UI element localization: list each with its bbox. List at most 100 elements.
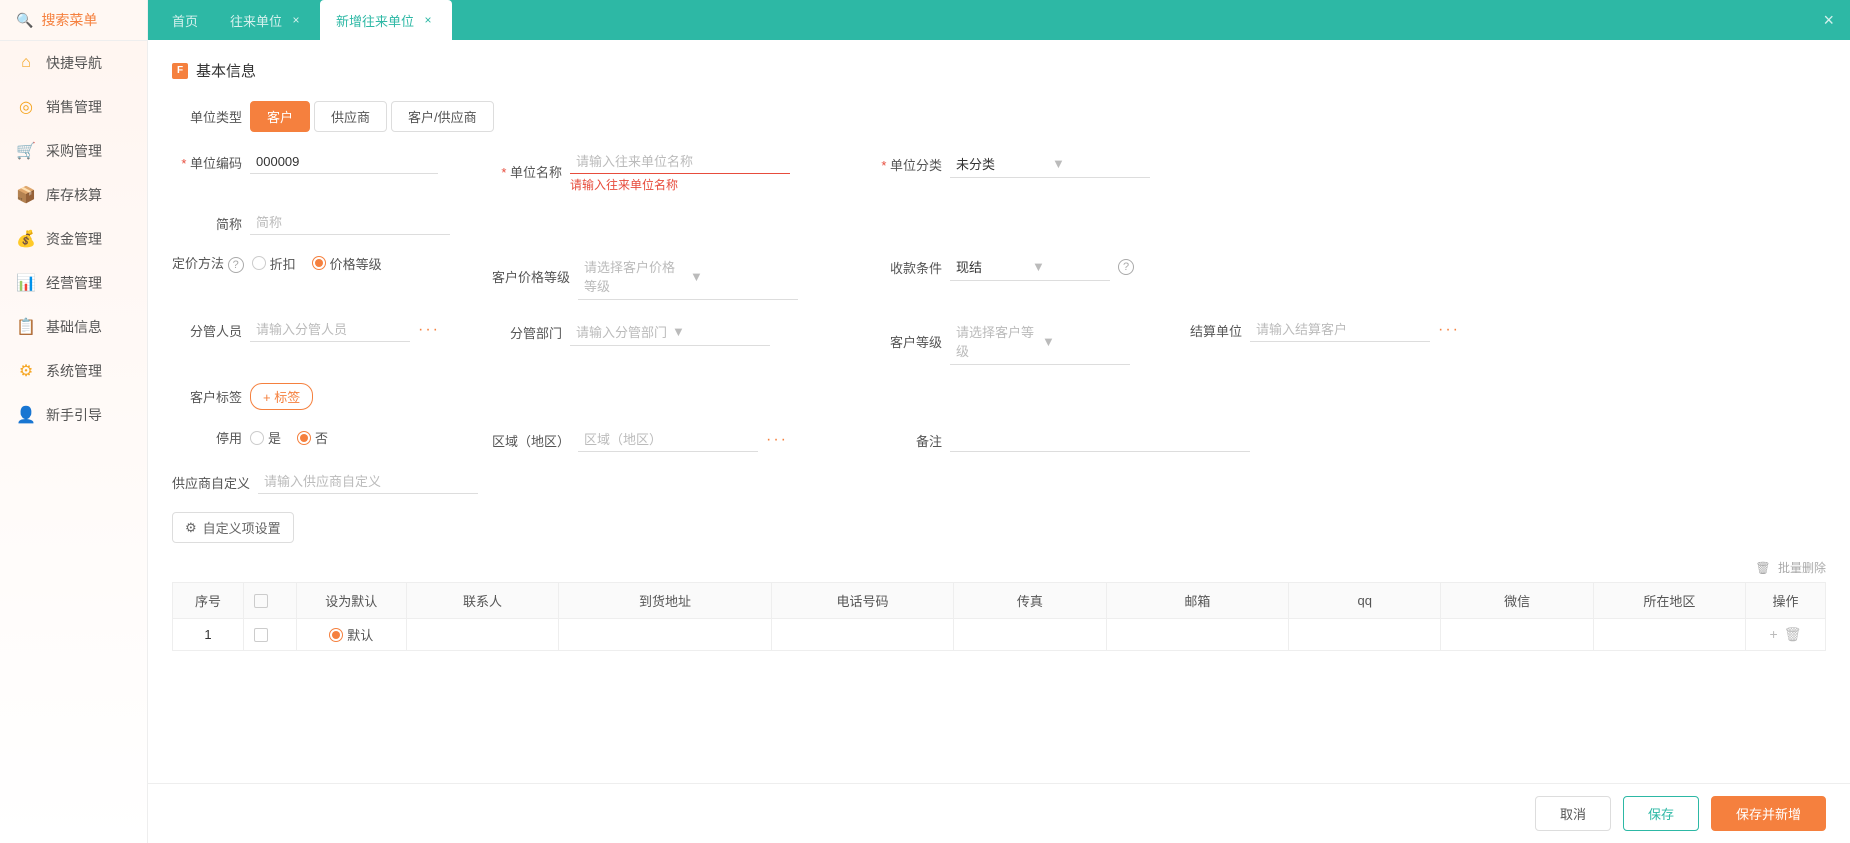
select-all-checkbox[interactable] <box>254 594 268 608</box>
sidebar-item-label: 资金管理 <box>46 229 102 249</box>
row-region[interactable] <box>1593 619 1745 651</box>
unit-type-customer[interactable]: 客户 <box>250 101 310 132</box>
cancel-button[interactable]: 取消 <box>1535 796 1611 831</box>
sidebar-item-label: 基础信息 <box>46 317 102 337</box>
sidebar-item-newbie-guide[interactable]: 👤 新手引导 <box>0 393 147 437</box>
guide-icon: 👤 <box>16 405 36 425</box>
section-title: 基本信息 <box>196 60 256 81</box>
tab-home-label: 首页 <box>172 11 198 30</box>
fax-input[interactable] <box>990 627 1070 642</box>
payment-terms-select[interactable]: 现结 ▼ <box>950 253 1110 281</box>
email-input[interactable] <box>1147 627 1247 642</box>
row-contact[interactable] <box>406 619 558 651</box>
tab-new-partner[interactable]: 新增往来单位 × <box>320 0 452 40</box>
customer-price-level-label: 客户价格等级 <box>492 267 570 286</box>
disabled-label: 停用 <box>172 428 242 447</box>
remarks-input[interactable] <box>950 428 1250 452</box>
row-checkbox[interactable] <box>254 628 268 642</box>
chevron-down-icon5: ▼ <box>1042 334 1124 349</box>
disabled-yes-label: 是 <box>268 428 281 447</box>
unit-code-input[interactable] <box>250 150 438 174</box>
short-name-input[interactable] <box>250 211 450 235</box>
customer-price-level-select[interactable]: 请选择客户价格等级 ▼ <box>578 253 798 300</box>
tab-bar-close-all[interactable]: × <box>1815 10 1842 31</box>
region-input[interactable] <box>578 428 758 452</box>
row-wechat[interactable] <box>1441 619 1593 651</box>
section-header: F 基本信息 <box>172 60 1826 81</box>
qq-input[interactable] <box>1325 627 1405 642</box>
sidebar-item-inventory[interactable]: 📦 库存核算 <box>0 173 147 217</box>
settlement-unit-input[interactable] <box>1250 318 1430 342</box>
sidebar-item-system-mgmt[interactable]: ⚙ 系统管理 <box>0 349 147 393</box>
unit-name-input[interactable] <box>570 150 790 174</box>
col-region: 所在地区 <box>1593 583 1745 619</box>
batch-delete-label[interactable]: 批量删除 <box>1778 561 1826 575</box>
col-index: 序号 <box>173 583 244 619</box>
sidebar-item-finance[interactable]: 💰 资金管理 <box>0 217 147 261</box>
row-region-input[interactable] <box>1629 627 1709 642</box>
disabled-yes-option[interactable]: 是 <box>250 428 281 447</box>
tab-partners-close[interactable]: × <box>288 12 304 28</box>
contacts-table-container: 序号 设为默认 联系人 到货地址 电话号码 传真 邮箱 qq 微信 所在地区 <box>172 582 1826 651</box>
unit-type-both[interactable]: 客户/供应商 <box>391 101 494 132</box>
row-checkbox-cell <box>243 619 296 651</box>
short-name-field: 简称 <box>172 211 492 235</box>
disabled-no-option[interactable]: 否 <box>297 428 328 447</box>
region-more-btn[interactable]: ··· <box>766 431 788 449</box>
add-tag-button[interactable]: + 标签 <box>250 383 313 410</box>
pricing-help-icon[interactable]: ? <box>228 257 244 273</box>
tab-partners[interactable]: 往来单位 × <box>214 0 320 40</box>
address-input[interactable] <box>605 627 725 642</box>
supplier-custom-input[interactable] <box>258 470 478 494</box>
customer-level-field: 客户等级 请选择客户等级 ▼ <box>872 318 1172 365</box>
purchase-icon: 🛒 <box>16 141 36 161</box>
sidebar-item-purchase-mgmt[interactable]: 🛒 采购管理 <box>0 129 147 173</box>
payment-terms-field: 收款条件 现结 ▼ ? <box>872 253 1212 281</box>
phone-input[interactable] <box>813 627 913 642</box>
sidebar-item-basic-info[interactable]: 📋 基础信息 <box>0 305 147 349</box>
row-default-radio[interactable]: 默认 <box>307 625 396 644</box>
unit-name-wrapper: 请输入往来单位名称 <box>570 150 790 193</box>
sidebar-search-label: 搜索菜单 <box>41 10 97 30</box>
manager-more-btn[interactable]: ··· <box>418 321 440 339</box>
sidebar: 🔍 搜索菜单 ⌂ 快捷导航 ◎ 销售管理 🛒 采购管理 📦 库存核算 💰 资金管… <box>0 0 148 843</box>
remarks-label: 备注 <box>872 431 942 450</box>
row-address[interactable] <box>559 619 772 651</box>
settlement-more-btn[interactable]: ··· <box>1438 321 1460 339</box>
sidebar-item-operations[interactable]: 📊 经营管理 <box>0 261 147 305</box>
row-phone[interactable] <box>771 619 953 651</box>
sales-icon: ◎ <box>16 97 36 117</box>
tab-home[interactable]: 首页 <box>156 0 214 40</box>
save-new-button[interactable]: 保存并新增 <box>1711 796 1826 831</box>
save-button[interactable]: 保存 <box>1623 796 1699 831</box>
unit-type-supplier[interactable]: 供应商 <box>314 101 387 132</box>
payment-help-icon[interactable]: ? <box>1118 259 1134 275</box>
unit-type-group: 客户 供应商 客户/供应商 <box>250 101 494 132</box>
pricing-level-option[interactable]: 价格等级 <box>312 254 382 273</box>
pricing-radio-group: 折扣 价格等级 <box>252 254 382 273</box>
row-delete-btn[interactable]: 🗑 <box>1784 626 1802 643</box>
sidebar-search[interactable]: 🔍 搜索菜单 <box>0 0 147 41</box>
row-add-btn[interactable]: + <box>1770 626 1778 643</box>
row-qq[interactable] <box>1289 619 1441 651</box>
footer-bar: 取消 保存 保存并新增 <box>148 783 1850 843</box>
manager-input[interactable] <box>250 318 410 342</box>
remarks-field: 备注 <box>872 428 1826 452</box>
chevron-down-icon4: ▼ <box>672 324 764 339</box>
chevron-down-icon3: ▼ <box>1032 259 1104 274</box>
custom-settings-button[interactable]: ⚙ 自定义项设置 <box>172 512 294 543</box>
department-select[interactable]: 请输入分管部门 ▼ <box>570 318 770 346</box>
sidebar-item-quick-nav[interactable]: ⌂ 快捷导航 <box>0 41 147 85</box>
contact-input[interactable] <box>442 627 522 642</box>
wechat-input[interactable] <box>1477 627 1557 642</box>
sidebar-item-sales-mgmt[interactable]: ◎ 销售管理 <box>0 85 147 129</box>
unit-info-row: 单位编码 单位名称 请输入往来单位名称 单位分类 未分类 ▼ <box>172 150 1826 193</box>
customer-level-select[interactable]: 请选择客户等级 ▼ <box>950 318 1130 365</box>
unit-category-select[interactable]: 未分类 ▼ <box>950 150 1150 178</box>
pricing-discount-option[interactable]: 折扣 <box>252 254 296 273</box>
row-email[interactable] <box>1106 619 1288 651</box>
tab-new-partner-close[interactable]: × <box>420 12 436 28</box>
supplier-custom-row: 供应商自定义 <box>172 470 1826 494</box>
unit-type-row: 单位类型 客户 供应商 客户/供应商 <box>172 101 1826 132</box>
row-fax[interactable] <box>954 619 1106 651</box>
